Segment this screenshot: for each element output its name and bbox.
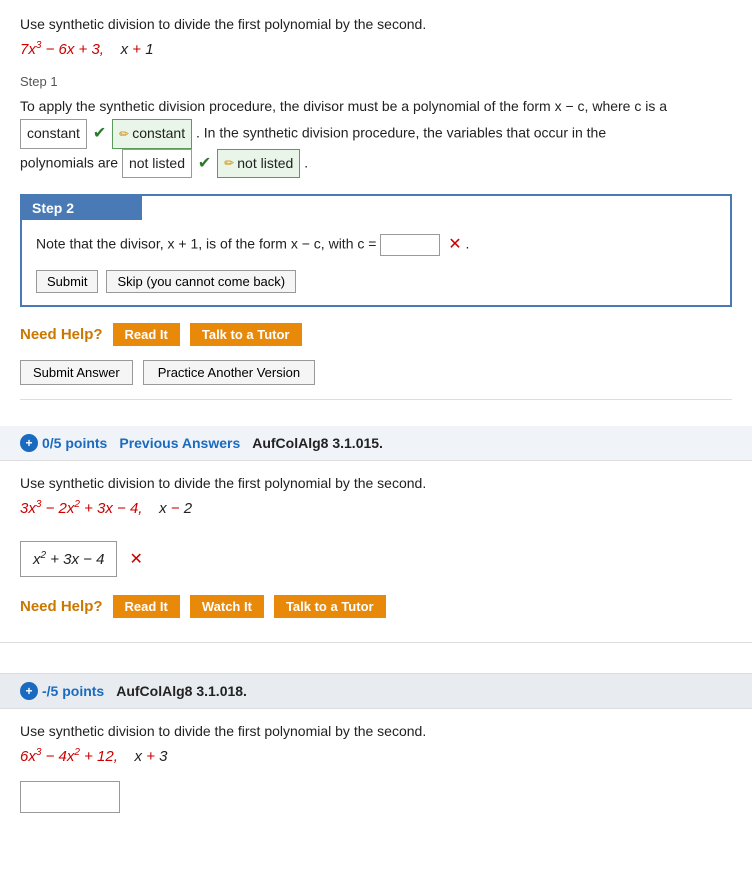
- read-it-button2[interactable]: Read It: [113, 595, 180, 618]
- plus-circle2: +: [20, 434, 38, 452]
- bottom-buttons: Submit Answer Practice Another Version: [20, 360, 732, 400]
- problem2-answer-display: x2 + 3x − 4: [20, 541, 117, 577]
- points-badge3: + -/5 points: [20, 682, 104, 700]
- step2-text: Note that the divisor, x + 1, is of the …: [36, 232, 716, 258]
- step2-container: Step 2 Note that the divisor, x + 1, is …: [20, 194, 732, 307]
- points-text2: 0/5 points: [42, 435, 107, 451]
- problem3-instruction: Use synthetic division to divide the fir…: [20, 723, 732, 739]
- check-icon2: ✔: [198, 155, 211, 172]
- red-x-icon: ✕: [448, 236, 461, 253]
- problem2-polynomial: 3x3 − 2x2 + 3x − 4, x − 2: [20, 499, 732, 517]
- watch-it-button2[interactable]: Watch It: [190, 595, 264, 618]
- c-value-input[interactable]: [380, 234, 440, 256]
- problem2-section: Use synthetic division to divide the fir…: [0, 461, 752, 643]
- points-badge2: + 0/5 points: [20, 434, 107, 452]
- need-help-label2: Need Help?: [20, 598, 103, 615]
- constant-box1: constant: [20, 119, 87, 149]
- plus-circle3: +: [20, 682, 38, 700]
- problem3-section: Use synthetic division to divide the fir…: [0, 709, 752, 827]
- problem3-answer-input[interactable]: [20, 781, 120, 813]
- problem2-instruction: Use synthetic division to divide the fir…: [20, 475, 732, 491]
- not-listed-pencil-box[interactable]: ✏ not listed: [217, 149, 300, 179]
- problem2-id: AufColAlg8 3.1.015.: [252, 435, 383, 451]
- step2-skip-button[interactable]: Skip (you cannot come back): [106, 270, 296, 293]
- not-listed-box1: not listed: [122, 149, 192, 179]
- step2-submit-button[interactable]: Submit: [36, 270, 98, 293]
- need-help-label1: Need Help?: [20, 326, 103, 343]
- talk-tutor-button1[interactable]: Talk to a Tutor: [190, 323, 302, 346]
- problem1-polynomial: 7x3 − 6x + 3, x + 1: [20, 40, 732, 58]
- previous-answers-link[interactable]: Previous Answers: [119, 435, 240, 451]
- constant-pencil-box[interactable]: ✏ constant: [112, 119, 192, 149]
- read-it-button1[interactable]: Read It: [113, 323, 180, 346]
- pencil-icon1: ✏: [119, 124, 129, 144]
- pencil-icon2: ✏: [224, 153, 234, 173]
- submit-answer-button[interactable]: Submit Answer: [20, 360, 133, 385]
- problem3-polynomial: 6x3 − 4x2 + 12, x + 3: [20, 747, 732, 765]
- step2-header: Step 2: [22, 196, 142, 220]
- practice-another-button[interactable]: Practice Another Version: [143, 360, 315, 385]
- need-help-row2: Need Help? Read It Watch It Talk to a Tu…: [20, 595, 732, 618]
- red-x-icon2: ✕: [129, 549, 142, 569]
- need-help-row1: Need Help? Read It Talk to a Tutor: [20, 323, 732, 346]
- problem3-id: AufColAlg8 3.1.018.: [116, 683, 247, 699]
- problem1-instruction: Use synthetic division to divide the fir…: [20, 16, 732, 32]
- step1-label: Step 1: [20, 74, 732, 89]
- talk-tutor-button2[interactable]: Talk to a Tutor: [274, 595, 386, 618]
- problem2-header: + 0/5 points Previous Answers AufColAlg8…: [0, 426, 752, 461]
- check-icon1: ✔: [93, 125, 106, 142]
- problem3-header: + -/5 points AufColAlg8 3.1.018.: [0, 673, 752, 709]
- step1-text: To apply the synthetic division procedur…: [20, 95, 732, 178]
- points-text3: -/5 points: [42, 683, 104, 699]
